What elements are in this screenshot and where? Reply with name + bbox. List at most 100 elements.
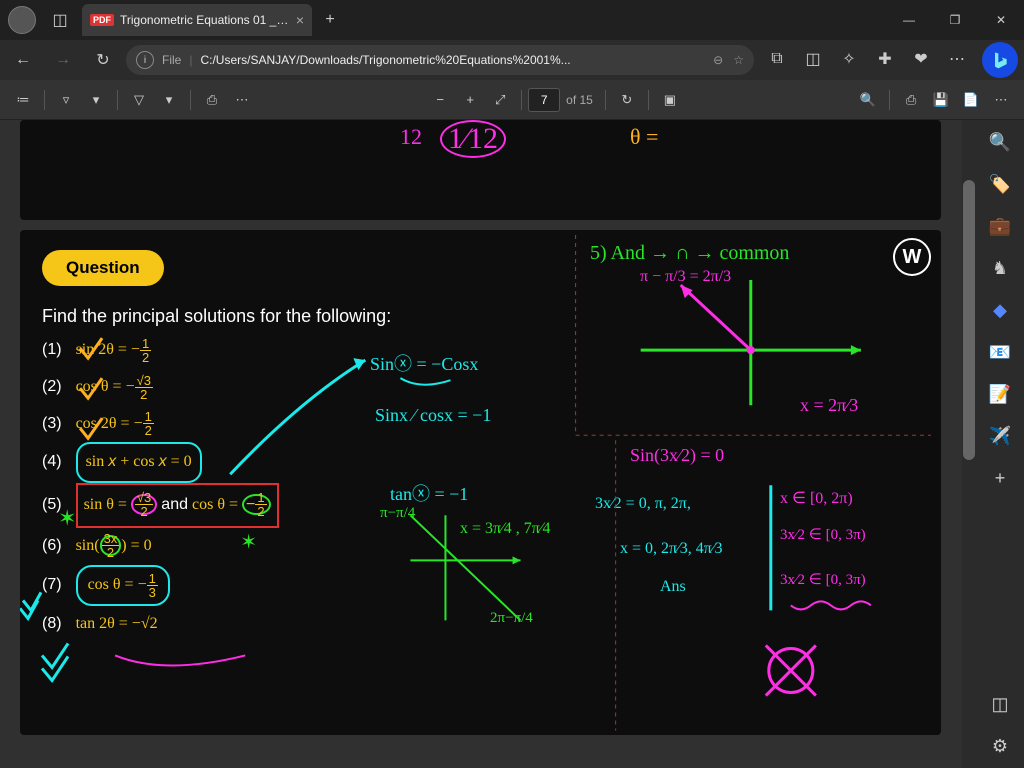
browser-tab[interactable]: PDF Trigonometric Equations 01 _ Cla ×: [82, 4, 312, 36]
sidebar-outlook-icon[interactable]: 📧: [986, 338, 1014, 366]
more-right-icon[interactable]: ⋯: [986, 85, 1016, 115]
window-controls: — ❐ ✕: [886, 0, 1024, 40]
url-text: C:/Users/SANJAY/Downloads/Trigonometric%…: [200, 53, 705, 67]
titlebar-left: ◫ PDF Trigonometric Equations 01 _ Cla ×…: [0, 0, 348, 40]
page-number-input[interactable]: [528, 88, 560, 112]
sidebar-search-icon[interactable]: 🔍: [986, 128, 1014, 156]
annot-5: 5) And → ∩ → common: [590, 242, 789, 265]
page-view-icon[interactable]: ▣: [655, 85, 685, 115]
search-pdf-icon[interactable]: 🔍: [853, 85, 883, 115]
annot-32-03: 3x⁄2 ∈ [0, 3π): [780, 525, 866, 544]
minimize-button[interactable]: —: [886, 0, 932, 40]
annot-top-right: 1⁄12: [440, 120, 506, 158]
new-tab-button[interactable]: +: [312, 4, 348, 36]
zoom-indicator-icon[interactable]: ⊖: [713, 53, 723, 67]
annot-frac: Sinx ⁄ cosx = −1: [375, 405, 491, 426]
list-item: (5)sin θ = √32 and cos θ = −12: [42, 483, 279, 528]
sidebar-send-icon[interactable]: ✈️: [986, 422, 1014, 450]
favorites-icon[interactable]: ✧: [832, 42, 866, 76]
annot-32-in: 3x⁄2 ∈ [0, 3π): [780, 570, 866, 589]
chevron-down-icon[interactable]: ▾: [154, 85, 184, 115]
slide-previous: 12 1⁄12 θ = 0: [20, 120, 941, 220]
separator: [605, 90, 606, 110]
sidebar-settings-icon[interactable]: ⚙: [986, 732, 1014, 760]
annot-sinx: Sinⓧ = −Cosx: [370, 350, 478, 376]
scrollbar-thumb[interactable]: [963, 180, 975, 460]
site-info-icon[interactable]: i: [136, 51, 154, 69]
list-item: (7)cos θ = −13: [42, 565, 279, 606]
pdf-badge-icon: PDF: [90, 14, 114, 26]
annot-32a: 3x⁄2 = 0, π, 2π,: [595, 495, 691, 513]
chevron-down-icon[interactable]: ▾: [81, 85, 111, 115]
sidebar-note-icon[interactable]: 📝: [986, 380, 1014, 408]
separator: [117, 90, 118, 110]
annot-x34: x = 3π⁄4 , 7π⁄4: [460, 520, 551, 538]
highlight-icon[interactable]: ▿: [51, 85, 81, 115]
forward-button: →: [46, 43, 80, 77]
sidebar-tag-icon[interactable]: 🏷️: [986, 170, 1014, 198]
sidebar-add-icon[interactable]: +: [986, 464, 1014, 492]
address-bar: ← → ↻ i File | C:/Users/SANJAY/Downloads…: [0, 40, 1024, 80]
draw-icon[interactable]: ▽: [124, 85, 154, 115]
page-total-label: of 15: [566, 93, 593, 107]
close-window-button[interactable]: ✕: [978, 0, 1024, 40]
toolbar-right: ⧉ ◫ ✧ ✚ ❤ ⋯: [760, 42, 1018, 78]
print-icon[interactable]: ⎙: [896, 85, 926, 115]
extensions-icon[interactable]: ⧉: [760, 42, 794, 76]
toc-icon[interactable]: ≔: [8, 85, 38, 115]
annot-sin32: Sin(3x⁄2) = 0: [630, 445, 724, 466]
close-tab-icon[interactable]: ×: [296, 12, 304, 28]
list-item: (2)cos θ = −√32: [42, 369, 279, 406]
separator: [889, 90, 890, 110]
separator: [648, 90, 649, 110]
favorite-star-icon[interactable]: ☆: [733, 53, 744, 67]
question-badge: Question: [42, 250, 164, 286]
save-icon[interactable]: 💾: [926, 85, 956, 115]
question-title: Find the principal solutions for the fol…: [42, 306, 391, 327]
maximize-button[interactable]: ❐: [932, 0, 978, 40]
profile-avatar[interactable]: [8, 6, 36, 34]
annot-32b: x = 0, 2π⁄3, 4π⁄3: [620, 540, 723, 558]
content-area: 12 1⁄12 θ = 0 Question W Find the princi…: [0, 120, 1024, 768]
file-scheme-label: File: [162, 53, 181, 67]
zoom-in-button[interactable]: +: [455, 85, 485, 115]
url-field[interactable]: i File | C:/Users/SANJAY/Downloads/Trigo…: [126, 45, 754, 75]
split-screen-icon[interactable]: ◫: [796, 42, 830, 76]
list-item: (1)sin 2θ = −12: [42, 332, 279, 369]
slide-main: Question W Find the principal solutions …: [20, 230, 941, 735]
reload-button[interactable]: ↻: [86, 43, 120, 77]
separator: [190, 90, 191, 110]
sidebar-games-icon[interactable]: ♞: [986, 254, 1014, 282]
collections-icon[interactable]: ✚: [868, 42, 902, 76]
url-separator: |: [189, 53, 192, 67]
tab-actions-icon[interactable]: ◫: [44, 4, 76, 36]
window-titlebar: ◫ PDF Trigonometric Equations 01 _ Cla ×…: [0, 0, 1024, 40]
pdf-toolbar: ≔ ▿ ▾ ▽ ▾ ⎙ ⋯ − + ⤢ of 15 ↻ ▣ 🔍 ⎙ 💾 📄 ⋯: [0, 80, 1024, 120]
fit-page-icon[interactable]: ⤢: [485, 85, 515, 115]
separator: [44, 90, 45, 110]
list-item: (6)sin(3x2) = 0: [42, 528, 279, 565]
back-button[interactable]: ←: [6, 43, 40, 77]
rotate-icon[interactable]: ↻: [612, 85, 642, 115]
annot-2pi: 2π−π/4: [490, 610, 533, 627]
read-aloud-icon[interactable]: ⎙: [197, 85, 227, 115]
more-left-icon[interactable]: ⋯: [227, 85, 257, 115]
list-item: (4)sin x + cos x = 0: [42, 442, 279, 483]
more-menu-icon[interactable]: ⋯: [940, 42, 974, 76]
save-as-icon[interactable]: 📄: [956, 85, 986, 115]
watermark-logo: W: [893, 238, 931, 276]
list-item: (3)cos 2θ = −12: [42, 406, 279, 443]
annot-ans: Ans: [660, 578, 686, 596]
annot-x02pi: x ∈ [0, 2π): [780, 488, 853, 508]
sidebar-panel-icon[interactable]: ◫: [986, 690, 1014, 718]
vertical-scrollbar[interactable]: [962, 120, 976, 768]
annot-5b: π − π/3 = 2π/3: [640, 268, 731, 286]
zoom-out-button[interactable]: −: [425, 85, 455, 115]
url-right-icons: ⊖ ☆: [713, 53, 744, 67]
bing-chat-button[interactable]: [982, 42, 1018, 78]
sidebar-office-icon[interactable]: ◆: [986, 296, 1014, 324]
document-viewport[interactable]: 12 1⁄12 θ = 0 Question W Find the princi…: [0, 120, 976, 768]
sidebar-briefcase-icon[interactable]: 💼: [986, 212, 1014, 240]
performance-icon[interactable]: ❤: [904, 42, 938, 76]
tab-title: Trigonometric Equations 01 _ Cla: [120, 13, 290, 27]
